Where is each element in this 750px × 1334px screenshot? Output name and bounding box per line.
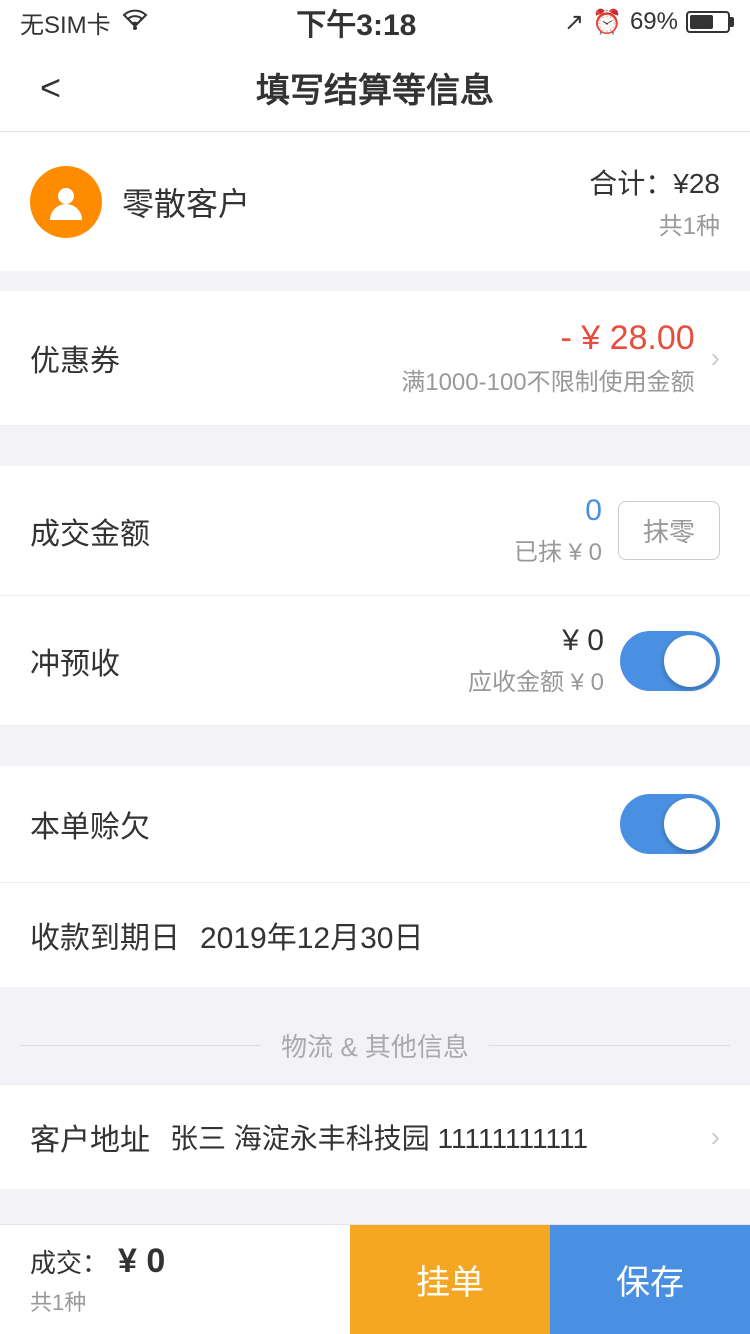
prepayment-sub: 应收金额 ¥ 0 <box>468 662 604 697</box>
credit-label: 本单赊欠 <box>30 802 150 846</box>
due-date-row: 收款到期日 2019年12月30日 <box>0 883 750 987</box>
prepayment-label: 冲预收 <box>30 639 120 683</box>
address-value: 张三 海淀永丰科技园 11111111111 <box>170 1117 711 1157</box>
deal-amount-value: 0 <box>514 494 602 528</box>
coupon-row[interactable]: 优惠券 - ¥ 28.00 满1000-100不限制使用金额 › <box>0 291 750 426</box>
bottom-bar: 成交： ¥ 0 共1种 挂单 保存 <box>0 1224 750 1334</box>
content: 零散客户 合计：¥28 共1种 优惠券 - ¥ 28.00 满1000-100不… <box>0 132 750 1309</box>
coupon-sub: 满1000-100不限制使用金额 <box>401 362 694 397</box>
hold-button[interactable]: 挂单 <box>350 1225 550 1334</box>
nav-bar: < 填写结算等信息 <box>0 44 750 132</box>
bottom-info: 成交： ¥ 0 共1种 <box>0 1242 350 1317</box>
credit-row: 本单赊欠 <box>0 766 750 883</box>
credit-right <box>620 794 720 854</box>
status-left: 无SIM卡 <box>20 5 149 40</box>
address-chevron: › <box>711 1121 720 1153</box>
customer-total: 合计：¥28 <box>589 162 720 202</box>
customer-row: 零散客户 合计：¥28 共1种 <box>0 132 750 271</box>
customer-count: 共1种 <box>589 206 720 241</box>
carrier-text: 无SIM卡 <box>20 5 111 40</box>
coupon-chevron: › <box>711 342 720 374</box>
back-button[interactable]: < <box>30 57 71 119</box>
divider-2 <box>0 746 750 766</box>
toggle-knob <box>664 635 716 687</box>
deal-amount-label: 成交金额 <box>30 509 150 553</box>
prepayment-right: ¥ 0 应收金额 ¥ 0 <box>468 624 720 697</box>
page-title: 填写结算等信息 <box>256 63 494 112</box>
avatar <box>30 166 102 238</box>
bottom-deal-count: 共1种 <box>30 1285 320 1317</box>
location-icon: ↗ <box>564 8 584 37</box>
prepayment-value: ¥ 0 <box>468 624 604 658</box>
alarm-icon: ⏰ <box>592 8 622 37</box>
status-time: 下午3:18 <box>296 0 416 44</box>
wifi-icon <box>121 8 149 37</box>
prepayment-values: ¥ 0 应收金额 ¥ 0 <box>468 624 604 697</box>
logistics-separator: 物流 & 其他信息 <box>0 1007 750 1084</box>
battery-icon <box>686 11 730 33</box>
coupon-values: - ¥ 28.00 满1000-100不限制使用金额 <box>401 319 694 397</box>
coupon-section: 优惠券 - ¥ 28.00 满1000-100不限制使用金额 › <box>0 291 750 426</box>
battery-text: 69% <box>630 8 678 36</box>
due-date-value: 2019年12月30日 <box>200 913 423 957</box>
prepayment-row: 冲预收 ¥ 0 应收金额 ¥ 0 <box>0 596 750 726</box>
credit-section: 本单赊欠 收款到期日 2019年12月30日 <box>0 766 750 987</box>
status-right: ↗ ⏰ 69% <box>564 8 730 37</box>
round-zero-button[interactable]: 抹零 <box>618 501 720 560</box>
customer-summary: 合计：¥28 共1种 <box>589 162 720 241</box>
address-row[interactable]: 客户地址 张三 海淀永丰科技园 11111111111 › <box>0 1084 750 1189</box>
bottom-deal-label: 成交： <box>30 1243 108 1280</box>
coupon-value: - ¥ 28.00 <box>401 319 694 358</box>
deal-section: 成交金额 0 已抹 ¥ 0 抹零 冲预收 ¥ 0 应收金额 ¥ 0 <box>0 466 750 726</box>
credit-toggle[interactable] <box>620 794 720 854</box>
sep-line-right <box>489 1045 730 1046</box>
credit-toggle-knob <box>664 798 716 850</box>
deal-amount-sub: 已抹 ¥ 0 <box>514 532 602 567</box>
logistics-label: 物流 & 其他信息 <box>281 1027 469 1064</box>
deal-amount-row: 成交金额 0 已抹 ¥ 0 抹零 <box>0 466 750 596</box>
coupon-label: 优惠券 <box>30 336 120 380</box>
save-button[interactable]: 保存 <box>550 1225 750 1334</box>
prepayment-toggle[interactable] <box>620 631 720 691</box>
sep-line-left <box>20 1045 261 1046</box>
customer-name: 零散客户 <box>122 179 250 225</box>
bottom-deal-info: 成交： ¥ 0 <box>30 1242 320 1281</box>
status-bar: 无SIM卡 下午3:18 ↗ ⏰ 69% <box>0 0 750 44</box>
address-label: 客户地址 <box>30 1115 150 1159</box>
deal-amount-values: 0 已抹 ¥ 0 <box>514 494 602 567</box>
customer-left: 零散客户 <box>30 166 250 238</box>
deal-amount-right: 0 已抹 ¥ 0 抹零 <box>514 494 720 567</box>
divider-1 <box>0 446 750 466</box>
coupon-right: - ¥ 28.00 满1000-100不限制使用金额 › <box>401 319 720 397</box>
bottom-deal-value: ¥ 0 <box>118 1242 165 1281</box>
due-date-label: 收款到期日 <box>30 913 180 957</box>
